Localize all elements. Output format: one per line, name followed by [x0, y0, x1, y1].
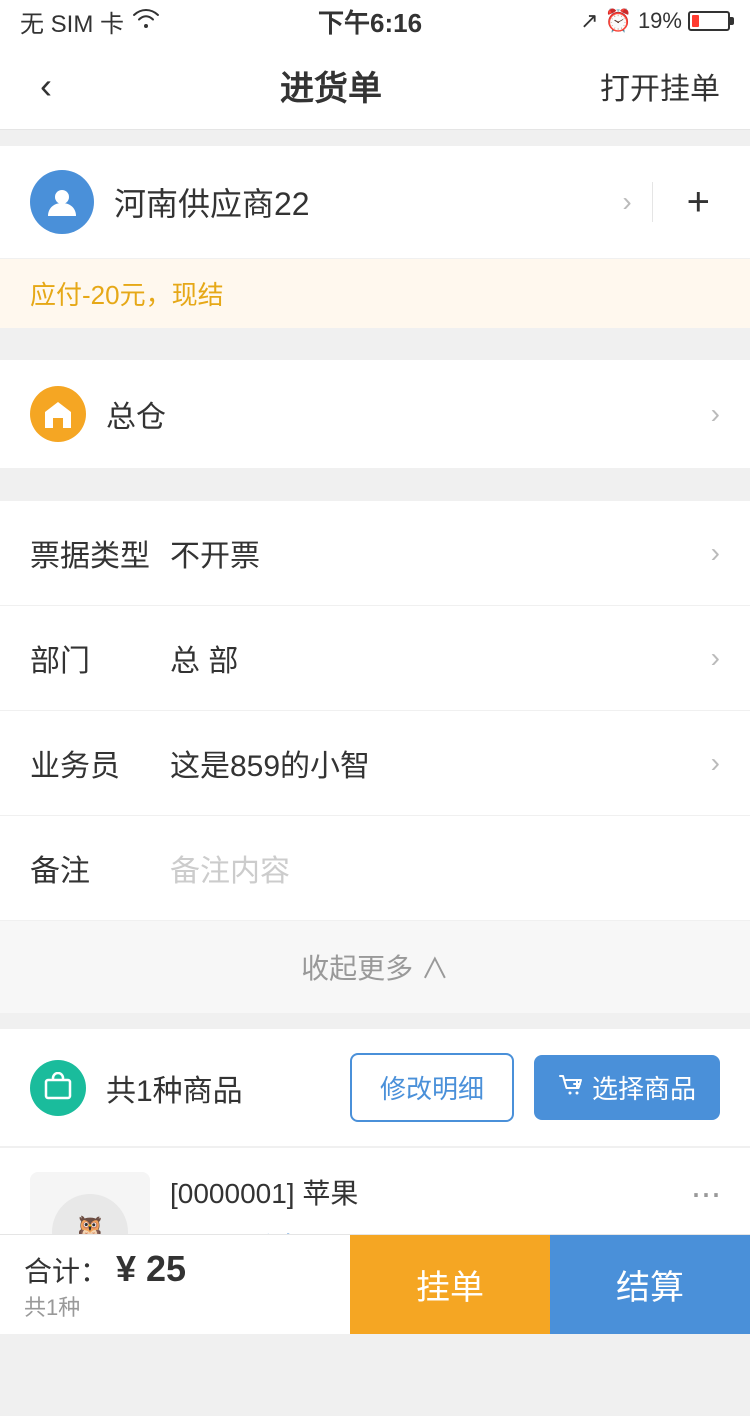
department-row[interactable]: 部门 总 部 ›: [0, 606, 750, 711]
product-name: [0000001] 苹果: [170, 1172, 670, 1212]
wifi-icon: [132, 7, 160, 35]
remark-placeholder[interactable]: 备注内容: [170, 846, 720, 890]
carrier-label: 无 SIM 卡: [20, 4, 124, 39]
battery-icon: [688, 11, 730, 31]
back-button[interactable]: ‹: [30, 55, 62, 117]
department-label: 部门: [30, 636, 170, 680]
total-sub: 共1种: [24, 1290, 326, 1322]
remark-label: 备注: [30, 846, 170, 890]
total-label: 合计：: [24, 1250, 108, 1290]
invoice-type-value: 不开票: [170, 531, 701, 575]
invoice-type-label: 票据类型: [30, 531, 170, 575]
invoice-type-row[interactable]: 票据类型 不开票 ›: [0, 501, 750, 606]
supplier-avatar: [30, 170, 94, 234]
status-bar: 无 SIM 卡 下午6:16 ↗ ⏰ 19%: [0, 0, 750, 42]
settle-button[interactable]: 结算: [550, 1235, 750, 1334]
notice-text: 应付-20元，现结: [30, 280, 224, 310]
total-section: 合计： ¥ 25 共1种: [0, 1235, 350, 1334]
form-section: 票据类型 不开票 › 部门 总 部 › 业务员 这是859的小智 › 备注 备注…: [0, 485, 750, 921]
bottom-bar: 合计： ¥ 25 共1种 挂单 结算: [0, 1234, 750, 1334]
product-header: 共1种商品 修改明细 选择商品: [0, 1029, 750, 1146]
remark-row[interactable]: 备注 备注内容: [0, 816, 750, 921]
product-count: 共1种商品: [106, 1066, 330, 1110]
select-product-icon: [558, 1072, 584, 1103]
product-code: [0000001]: [170, 1178, 302, 1209]
edit-detail-button[interactable]: 修改明细: [350, 1053, 514, 1122]
salesperson-row[interactable]: 业务员 这是859的小智 ›: [0, 711, 750, 816]
more-options-button[interactable]: ···: [690, 1172, 720, 1214]
total-row: 合计： ¥ 25: [24, 1248, 326, 1290]
notice-bar: 应付-20元，现结: [0, 259, 750, 328]
supplier-chevron-icon: ›: [622, 186, 631, 218]
total-amount: ¥ 25: [116, 1248, 186, 1290]
nav-bar: ‹ 进货单 打开挂单: [0, 42, 750, 130]
warehouse-icon: [30, 386, 86, 442]
warehouse-chevron-icon: ›: [711, 398, 720, 430]
divider: [652, 182, 653, 222]
warehouse-row[interactable]: 总仓 ›: [0, 360, 750, 469]
collapse-row[interactable]: 收起更多 ∧: [0, 921, 750, 1013]
alarm-icon: ⏰: [605, 8, 632, 34]
salesperson-value: 这是859的小智: [170, 741, 701, 785]
warehouse-section: 总仓 ›: [0, 344, 750, 469]
invoice-type-chevron-icon: ›: [711, 537, 720, 569]
collapse-label: 收起更多 ∧: [301, 953, 449, 984]
salesperson-chevron-icon: ›: [711, 747, 720, 779]
department-value: 总 部: [170, 636, 701, 680]
select-product-button[interactable]: 选择商品: [534, 1055, 720, 1120]
status-right: ↗ ⏰ 19%: [580, 8, 730, 34]
warehouse-name: 总仓: [106, 392, 711, 436]
supplier-name: 河南供应商22: [114, 179, 622, 225]
product-title: 苹果: [302, 1178, 358, 1209]
hang-button[interactable]: 挂单: [350, 1235, 550, 1334]
department-chevron-icon: ›: [711, 642, 720, 674]
select-product-label: 选择商品: [592, 1069, 696, 1106]
product-section-icon: [30, 1060, 86, 1116]
supplier-row[interactable]: 河南供应商22 › +: [0, 146, 750, 259]
salesperson-label: 业务员: [30, 741, 170, 785]
page-title: 进货单: [280, 61, 382, 110]
status-time: 下午6:16: [318, 3, 422, 40]
add-supplier-button[interactable]: +: [677, 180, 720, 225]
location-icon: ↗: [580, 8, 598, 34]
battery-percent: 19%: [638, 8, 682, 34]
open-hang-button[interactable]: 打开挂单: [600, 64, 720, 108]
status-left: 无 SIM 卡: [20, 4, 160, 39]
supplier-section: 河南供应商22 › + 应付-20元，现结: [0, 146, 750, 328]
